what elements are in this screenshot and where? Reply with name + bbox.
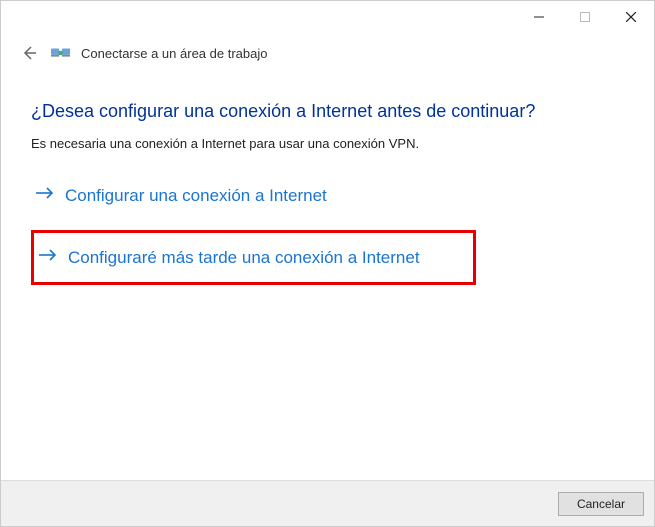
content-area: ¿Desea configurar una conexión a Interne…	[1, 73, 654, 285]
workplace-icon	[51, 45, 71, 61]
question-heading: ¿Desea configurar una conexión a Interne…	[31, 101, 624, 122]
arrow-right-icon	[38, 247, 58, 268]
minimize-button[interactable]	[516, 1, 562, 33]
wizard-header: Conectarse a un área de trabajo	[1, 33, 654, 73]
back-button[interactable]	[17, 41, 41, 65]
option-label: Configurar una conexión a Internet	[65, 186, 327, 206]
description-text: Es necesaria una conexión a Internet par…	[31, 136, 624, 151]
close-button[interactable]	[608, 1, 654, 33]
wizard-title: Conectarse a un área de trabajo	[81, 46, 267, 61]
option-setup-now[interactable]: Configurar una conexión a Internet	[31, 179, 624, 212]
cancel-button[interactable]: Cancelar	[558, 492, 644, 516]
arrow-right-icon	[35, 185, 55, 206]
titlebar	[1, 1, 654, 33]
footer-bar: Cancelar	[1, 480, 654, 526]
option-setup-later[interactable]: Configuraré más tarde una conexión a Int…	[31, 230, 476, 285]
maximize-button[interactable]	[562, 1, 608, 33]
option-label: Configuraré más tarde una conexión a Int…	[68, 248, 420, 268]
